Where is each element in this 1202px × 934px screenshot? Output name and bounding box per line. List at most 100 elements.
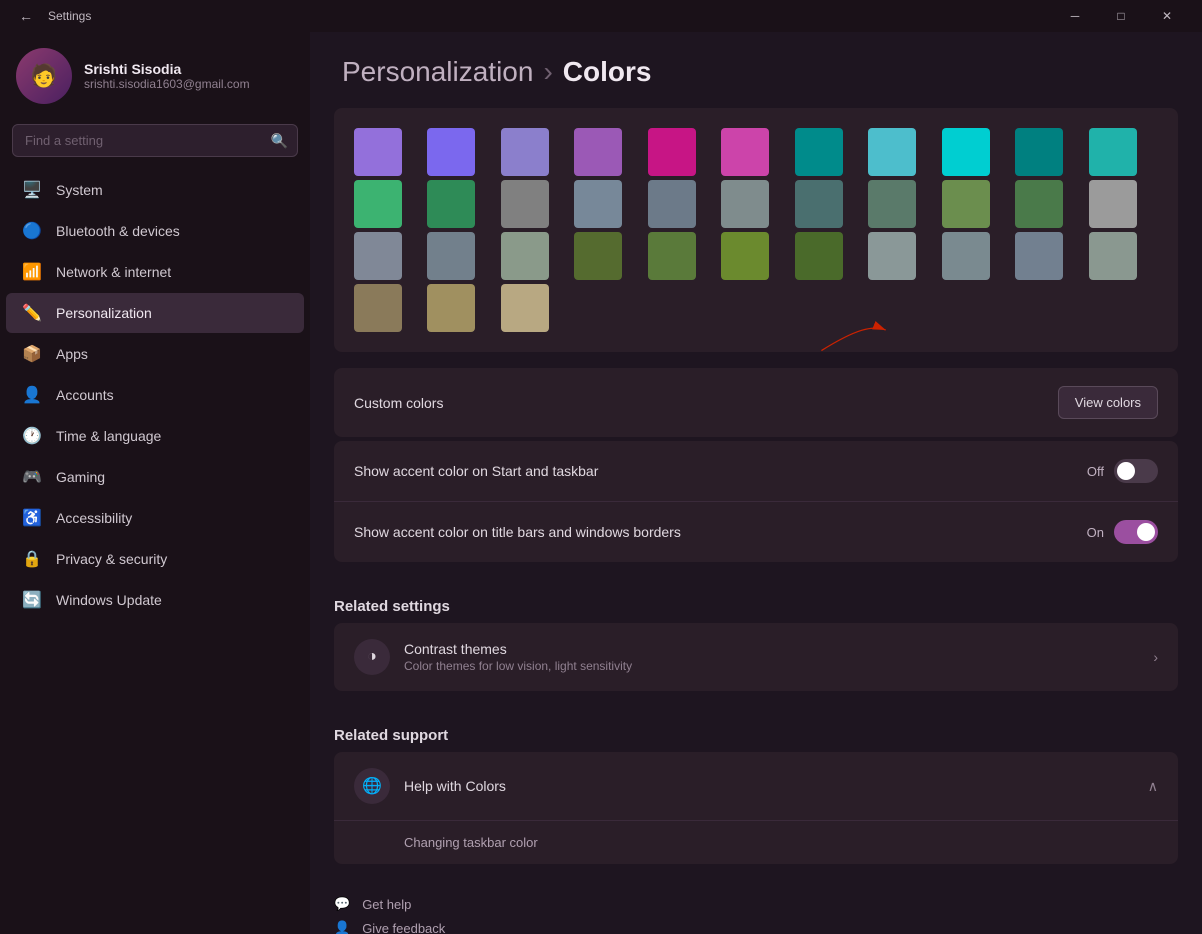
sidebar-item-apps[interactable]: 📦 Apps xyxy=(6,334,304,374)
contrast-themes-subtitle: Color themes for low vision, light sensi… xyxy=(404,659,632,673)
color-swatch-14[interactable] xyxy=(574,180,622,228)
color-swatch-16[interactable] xyxy=(721,180,769,228)
color-swatch-15[interactable] xyxy=(648,180,696,228)
give-feedback-label: Give feedback xyxy=(362,921,445,934)
color-swatch-18[interactable] xyxy=(868,180,916,228)
color-swatch-2[interactable] xyxy=(501,128,549,176)
nav-label-bluetooth: Bluetooth & devices xyxy=(56,223,180,239)
accent-taskbar-row: Show accent color on Start and taskbar O… xyxy=(334,441,1178,502)
color-swatch-5[interactable] xyxy=(721,128,769,176)
sidebar-item-system[interactable]: 🖥️ System xyxy=(6,170,304,210)
search-input[interactable] xyxy=(12,124,298,157)
color-swatch-25[interactable] xyxy=(574,232,622,280)
color-swatch-27[interactable] xyxy=(721,232,769,280)
related-settings-title: Related settings xyxy=(310,578,1202,623)
color-swatch-30[interactable] xyxy=(942,232,990,280)
sidebar-item-personalization[interactable]: ✏️ Personalization xyxy=(6,293,304,333)
color-swatch-17[interactable] xyxy=(795,180,843,228)
sidebar-item-accessibility[interactable]: ♿ Accessibility xyxy=(6,498,304,538)
maximize-button[interactable]: □ xyxy=(1098,0,1144,32)
swatches-grid xyxy=(354,128,1158,332)
color-swatch-3[interactable] xyxy=(574,128,622,176)
sidebar-item-privacy[interactable]: 🔒 Privacy & security xyxy=(6,539,304,579)
accent-taskbar-toggle[interactable] xyxy=(1114,459,1158,483)
nav-label-apps: Apps xyxy=(56,346,88,362)
accent-title-row: Show accent color on title bars and wind… xyxy=(334,502,1178,562)
get-help-link[interactable]: 💬 Get help xyxy=(334,896,1178,912)
color-swatch-19[interactable] xyxy=(942,180,990,228)
color-swatch-11[interactable] xyxy=(354,180,402,228)
color-swatch-20[interactable] xyxy=(1015,180,1063,228)
color-swatch-33[interactable] xyxy=(354,284,402,332)
color-swatch-23[interactable] xyxy=(427,232,475,280)
view-colors-button[interactable]: View colors xyxy=(1058,386,1158,419)
sidebar-item-gaming[interactable]: 🎮 Gaming xyxy=(6,457,304,497)
titlebar: ← Settings ─ □ ✕ xyxy=(0,0,1202,32)
help-colors-icon: 🌐 xyxy=(354,768,390,804)
back-button[interactable]: ← xyxy=(12,2,40,30)
user-section: 🧑 Srishti Sisodia srishti.sisodia1603@gm… xyxy=(0,32,310,124)
sidebar-item-update[interactable]: 🔄 Windows Update xyxy=(6,580,304,620)
close-button[interactable]: ✕ xyxy=(1144,0,1190,32)
color-swatch-6[interactable] xyxy=(795,128,843,176)
color-swatch-4[interactable] xyxy=(648,128,696,176)
color-swatch-21[interactable] xyxy=(1089,180,1137,228)
accent-title-label: Show accent color on title bars and wind… xyxy=(354,524,681,540)
nav-icon-time: 🕐 xyxy=(22,426,42,446)
color-swatches-section xyxy=(334,108,1178,352)
color-swatch-0[interactable] xyxy=(354,128,402,176)
sidebar-item-bluetooth[interactable]: 🔵 Bluetooth & devices xyxy=(6,211,304,251)
color-swatch-7[interactable] xyxy=(868,128,916,176)
content-area: Personalization › Colors Custom colors V… xyxy=(310,32,1202,934)
nav-list: 🖥️ System 🔵 Bluetooth & devices 📶 Networ… xyxy=(0,169,310,621)
accent-taskbar-label: Show accent color on Start and taskbar xyxy=(354,463,598,479)
custom-colors-label: Custom colors xyxy=(354,395,443,411)
accent-title-toggle[interactable] xyxy=(1114,520,1158,544)
search-icon: 🔍 xyxy=(271,132,288,149)
contrast-themes-left: ◑ Contrast themes Color themes for low v… xyxy=(354,639,632,675)
color-swatch-12[interactable] xyxy=(427,180,475,228)
sidebar-item-accounts[interactable]: 👤 Accounts xyxy=(6,375,304,415)
color-swatch-8[interactable] xyxy=(942,128,990,176)
accent-taskbar-control: Off xyxy=(1087,459,1158,483)
help-colors-expand-icon: ∧ xyxy=(1148,778,1158,795)
color-swatch-29[interactable] xyxy=(868,232,916,280)
nav-label-time: Time & language xyxy=(56,428,161,444)
nav-icon-bluetooth: 🔵 xyxy=(22,221,42,241)
color-swatch-34[interactable] xyxy=(427,284,475,332)
help-colors-item[interactable]: 🌐 Help with Colors ∧ xyxy=(334,752,1178,821)
nav-label-accounts: Accounts xyxy=(56,387,114,403)
color-swatch-35[interactable] xyxy=(501,284,549,332)
toggle-thumb-title xyxy=(1137,523,1155,541)
avatar: 🧑 xyxy=(16,48,72,104)
accent-title-status: On xyxy=(1087,525,1104,540)
color-swatch-26[interactable] xyxy=(648,232,696,280)
sidebar-item-time[interactable]: 🕐 Time & language xyxy=(6,416,304,456)
taskbar-color-item[interactable]: Changing taskbar color xyxy=(334,821,1178,864)
nav-label-privacy: Privacy & security xyxy=(56,551,167,567)
bottom-links: 💬 Get help 👤 Give feedback xyxy=(310,880,1202,934)
nav-label-update: Windows Update xyxy=(56,592,162,608)
contrast-themes-item[interactable]: ◑ Contrast themes Color themes for low v… xyxy=(334,623,1178,691)
nav-icon-personalization: ✏️ xyxy=(22,303,42,323)
color-swatch-9[interactable] xyxy=(1015,128,1063,176)
breadcrumb: Personalization › Colors xyxy=(310,32,1202,108)
color-swatch-13[interactable] xyxy=(501,180,549,228)
color-swatch-10[interactable] xyxy=(1089,128,1137,176)
nav-label-system: System xyxy=(56,182,103,198)
nav-icon-accounts: 👤 xyxy=(22,385,42,405)
sidebar-item-network[interactable]: 📶 Network & internet xyxy=(6,252,304,292)
color-swatch-22[interactable] xyxy=(354,232,402,280)
search-box[interactable]: 🔍 xyxy=(12,124,298,157)
give-feedback-link[interactable]: 👤 Give feedback xyxy=(334,920,1178,934)
color-swatch-28[interactable] xyxy=(795,232,843,280)
get-help-icon: 💬 xyxy=(334,896,350,912)
color-swatch-32[interactable] xyxy=(1089,232,1137,280)
color-swatch-1[interactable] xyxy=(427,128,475,176)
user-name: Srishti Sisodia xyxy=(84,61,250,77)
color-swatch-31[interactable] xyxy=(1015,232,1063,280)
minimize-button[interactable]: ─ xyxy=(1052,0,1098,32)
nav-label-personalization: Personalization xyxy=(56,305,152,321)
color-swatch-24[interactable] xyxy=(501,232,549,280)
contrast-themes-title: Contrast themes xyxy=(404,641,632,657)
